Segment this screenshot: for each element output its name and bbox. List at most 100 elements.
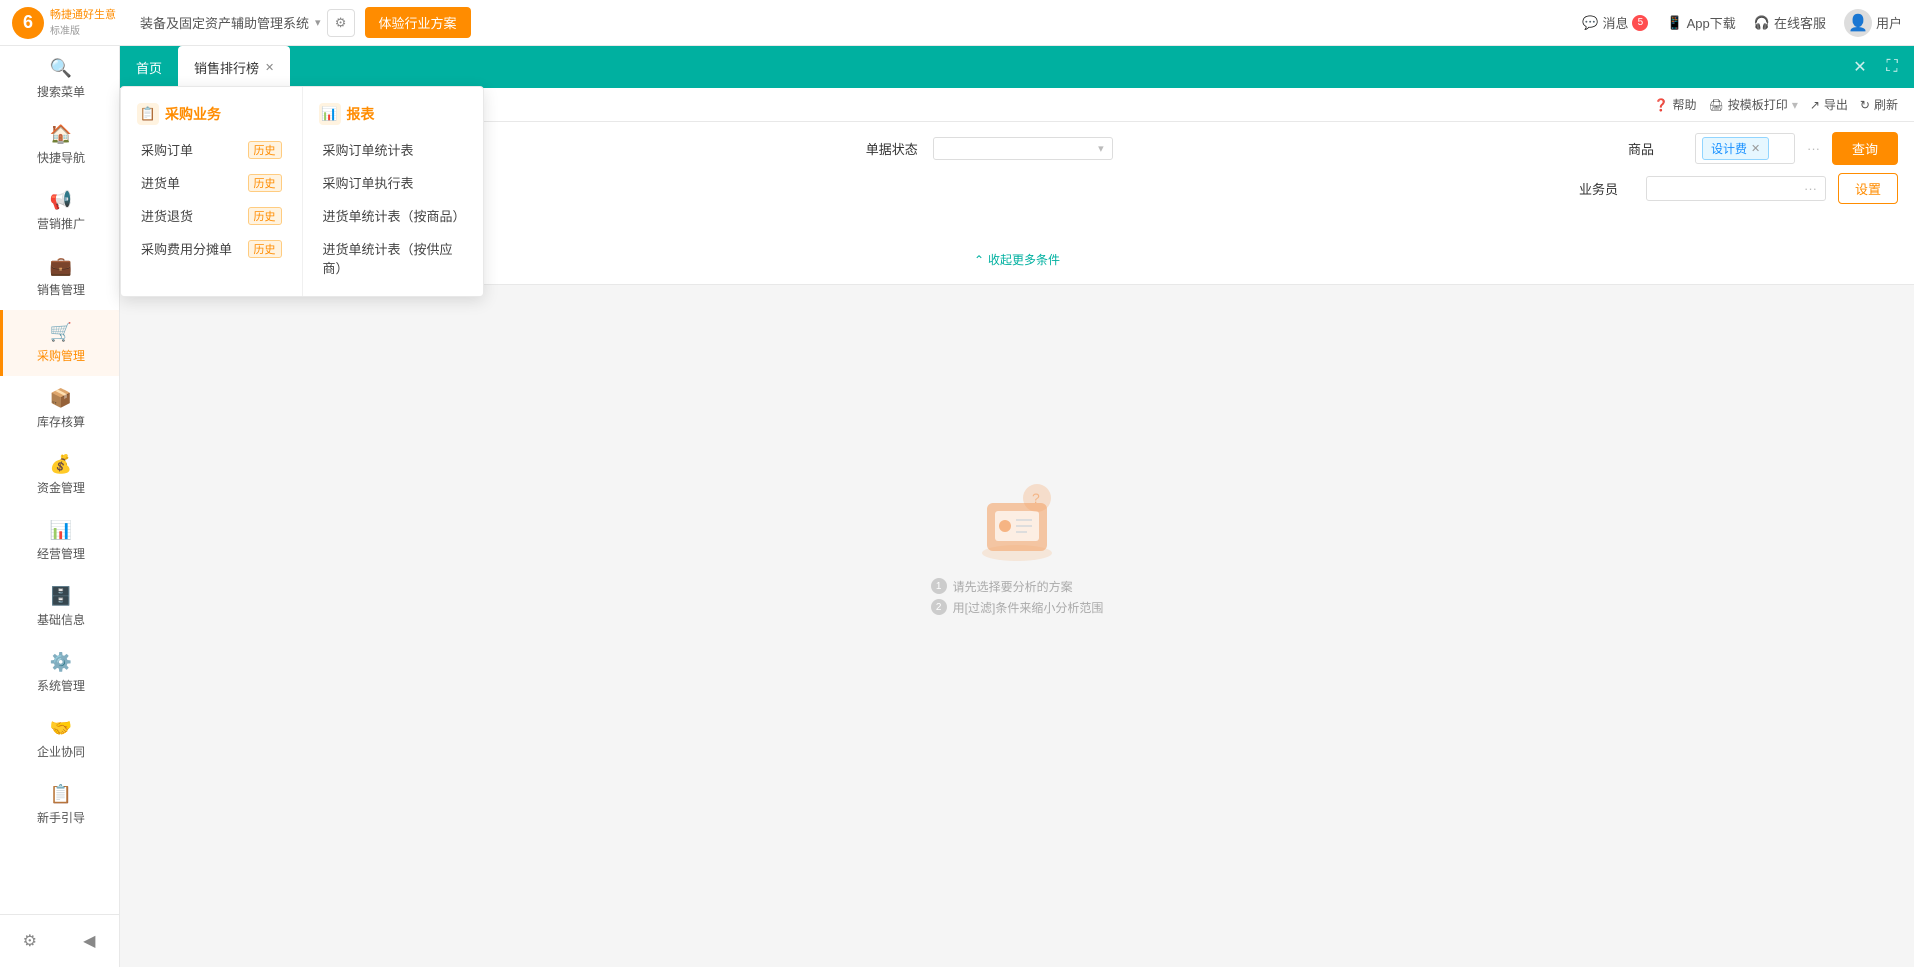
corp-icon: 🤝	[50, 718, 72, 739]
goods-stats-by-supplier-item[interactable]: 进货单统计表（按供应商）	[303, 232, 484, 284]
sidebar-item-search[interactable]: 🔍 搜索菜单	[0, 46, 119, 112]
logo-icon: 6	[12, 7, 44, 39]
purchase-col-header: 📋 采购业务	[121, 99, 302, 133]
hist-badge-0: 历史	[248, 141, 282, 159]
goods-more-button[interactable]: ···	[1807, 141, 1820, 156]
tip-num-1: 1	[931, 578, 947, 594]
inventory-icon: 📦	[50, 388, 72, 409]
system-icon: ⚙️	[50, 652, 72, 673]
sidebar-item-marketing[interactable]: 📢 营销推广	[0, 178, 119, 244]
hist-badge-3: 历史	[248, 240, 282, 258]
search-icon: 🔍	[50, 58, 72, 79]
gear-button[interactable]: ⚙	[327, 9, 355, 37]
goods-stats-by-product-item[interactable]: 进货单统计表（按商品）	[303, 199, 484, 232]
dropdown-arrow-icon[interactable]: ▾	[315, 16, 321, 29]
home-icon: 🏠	[50, 124, 72, 145]
export-button[interactable]: ↗ 导出	[1810, 96, 1848, 113]
messages-button[interactable]: 💬 消息 5	[1582, 13, 1648, 32]
collapse-sidebar-button[interactable]: ◀	[73, 925, 105, 957]
empty-tip-2: 2 用[过滤]条件来缩小分析范围	[931, 599, 1104, 616]
tab-bar-actions: ✕ ⛶	[1846, 53, 1914, 81]
system-title: 装备及固定资产辅助管理系统 ▾	[140, 13, 321, 32]
message-icon: 💬	[1582, 15, 1598, 31]
sidebar-label-quick: 快捷导航	[37, 149, 85, 166]
refresh-button[interactable]: ↻ 刷新	[1860, 96, 1898, 113]
settings-bottom-button[interactable]: ⚙	[14, 925, 46, 957]
empty-svg: ?	[967, 478, 1067, 568]
logo-text: 畅捷通好生意	[50, 8, 116, 22]
staff-more-icon: ···	[1804, 181, 1817, 196]
export-icon: ↗	[1810, 98, 1820, 112]
guide-icon: 📋	[50, 784, 72, 805]
sales-icon: 💼	[50, 256, 72, 277]
tab-home-label: 首页	[136, 58, 162, 77]
sidebar-item-sales[interactable]: 💼 销售管理	[0, 244, 119, 310]
print-button[interactable]: 🖨 按模板打印 ▾	[1709, 96, 1798, 113]
svg-text:?: ?	[1032, 490, 1040, 506]
sidebar-item-finance[interactable]: 💰 资金管理	[0, 442, 119, 508]
basic-icon: 🗄️	[50, 586, 72, 607]
sidebar-item-corp[interactable]: 🤝 企业协同	[0, 706, 119, 772]
app-download-button[interactable]: 📱 App下载	[1666, 13, 1735, 32]
operation-icon: 📊	[50, 520, 72, 541]
po-exec-item[interactable]: 采购订单执行表	[303, 166, 484, 199]
avatar: 👤	[1844, 9, 1872, 37]
sidebar-label-purchase: 采购管理	[37, 347, 85, 364]
query-button[interactable]: 查询	[1832, 132, 1898, 165]
top-bar-right: 💬 消息 5 📱 App下载 🎧 在线客服 👤 用户	[1582, 9, 1902, 37]
tab-home[interactable]: 首页	[120, 46, 178, 88]
logo: 6 畅捷通好生意 标准版	[12, 7, 132, 39]
hist-badge-2: 历史	[248, 207, 282, 225]
sidebar-label-system: 系统管理	[37, 677, 85, 694]
tab-close-window-button[interactable]: ✕	[1846, 53, 1874, 81]
goods-return-item[interactable]: 进货退货 历史	[121, 199, 302, 232]
purchase-order-item[interactable]: 采购订单 历史	[121, 133, 302, 166]
empty-illustration: ?	[967, 478, 1067, 568]
report-col: 📊 报表 采购订单统计表 采购订单执行表 进货单统计表（按商品） 进货单统计表（…	[303, 87, 484, 296]
sidebar-item-quick[interactable]: 🏠 快捷导航	[0, 112, 119, 178]
sidebar-item-system[interactable]: ⚙️ 系统管理	[0, 640, 119, 706]
order-status-select[interactable]: ▾	[933, 137, 1113, 160]
sidebar-label-sales: 销售管理	[37, 281, 85, 298]
sidebar-item-operation[interactable]: 📊 经营管理	[0, 508, 119, 574]
goods-label: 商品	[1628, 139, 1683, 158]
sidebar-label-search: 搜索菜单	[37, 83, 85, 100]
refresh-icon: ↻	[1860, 98, 1870, 112]
tab-fullscreen-button[interactable]: ⛶	[1878, 53, 1906, 81]
empty-tips: 1 请先选择要分析的方案 2 用[过滤]条件来缩小分析范围	[931, 578, 1104, 620]
purchase-dropdown-menu: 📋 采购业务 采购订单 历史 进货单 历史 进货退货 历史 采购费用分摊单 历史…	[120, 86, 484, 297]
collapse-up-icon: ⌃	[974, 253, 984, 267]
mobile-icon: 📱	[1666, 15, 1682, 31]
sidebar-label-finance: 资金管理	[37, 479, 85, 496]
help-button[interactable]: ❓ 帮助	[1654, 96, 1697, 113]
sidebar-item-inventory[interactable]: 📦 库存核算	[0, 376, 119, 442]
user-avatar[interactable]: 👤 用户	[1844, 9, 1902, 37]
sidebar-label-operation: 经营管理	[37, 545, 85, 562]
staff-input[interactable]: ···	[1646, 176, 1826, 201]
purchase-header-icon: 📋	[137, 103, 159, 125]
collapse-button[interactable]: ⌃ 收起更多条件	[974, 245, 1060, 274]
top-bar: 6 畅捷通好生意 标准版 装备及固定资产辅助管理系统 ▾ ⚙ 体验行业方案 💬 …	[0, 0, 1914, 46]
print-icon: 🖨	[1709, 98, 1724, 112]
sidebar-item-purchase[interactable]: 🛒 采购管理	[0, 310, 119, 376]
hist-badge-1: 历史	[248, 174, 282, 192]
tab-sales-rank[interactable]: 销售排行榜 ✕	[178, 46, 290, 88]
goods-tag-close[interactable]: ✕	[1751, 142, 1760, 155]
sidebar: 🔍 搜索菜单 🏠 快捷导航 📢 营销推广 💼 销售管理 🛒 采购管理 📦 库存核…	[0, 46, 120, 967]
print-arrow-icon: ▾	[1792, 98, 1798, 112]
set-button[interactable]: 设置	[1838, 173, 1898, 204]
goods-receipt-item[interactable]: 进货单 历史	[121, 166, 302, 199]
industry-button[interactable]: 体验行业方案	[365, 7, 471, 38]
sidebar-item-guide[interactable]: 📋 新手引导	[0, 772, 119, 838]
sidebar-item-basic[interactable]: 🗄️ 基础信息	[0, 574, 119, 640]
purchase-cost-item[interactable]: 采购费用分摊单 历史	[121, 232, 302, 265]
finance-icon: 💰	[50, 454, 72, 475]
order-status-arrow: ▾	[1098, 142, 1104, 155]
online-service-button[interactable]: 🎧 在线客服	[1754, 13, 1826, 32]
sidebar-label-corp: 企业协同	[37, 743, 85, 760]
goods-input[interactable]: 设计费 ✕	[1695, 133, 1795, 164]
po-stats-item[interactable]: 采购订单统计表	[303, 133, 484, 166]
sidebar-label-guide: 新手引导	[37, 809, 85, 826]
report-col-header: 📊 报表	[303, 99, 484, 133]
tab-close-icon[interactable]: ✕	[265, 61, 274, 74]
